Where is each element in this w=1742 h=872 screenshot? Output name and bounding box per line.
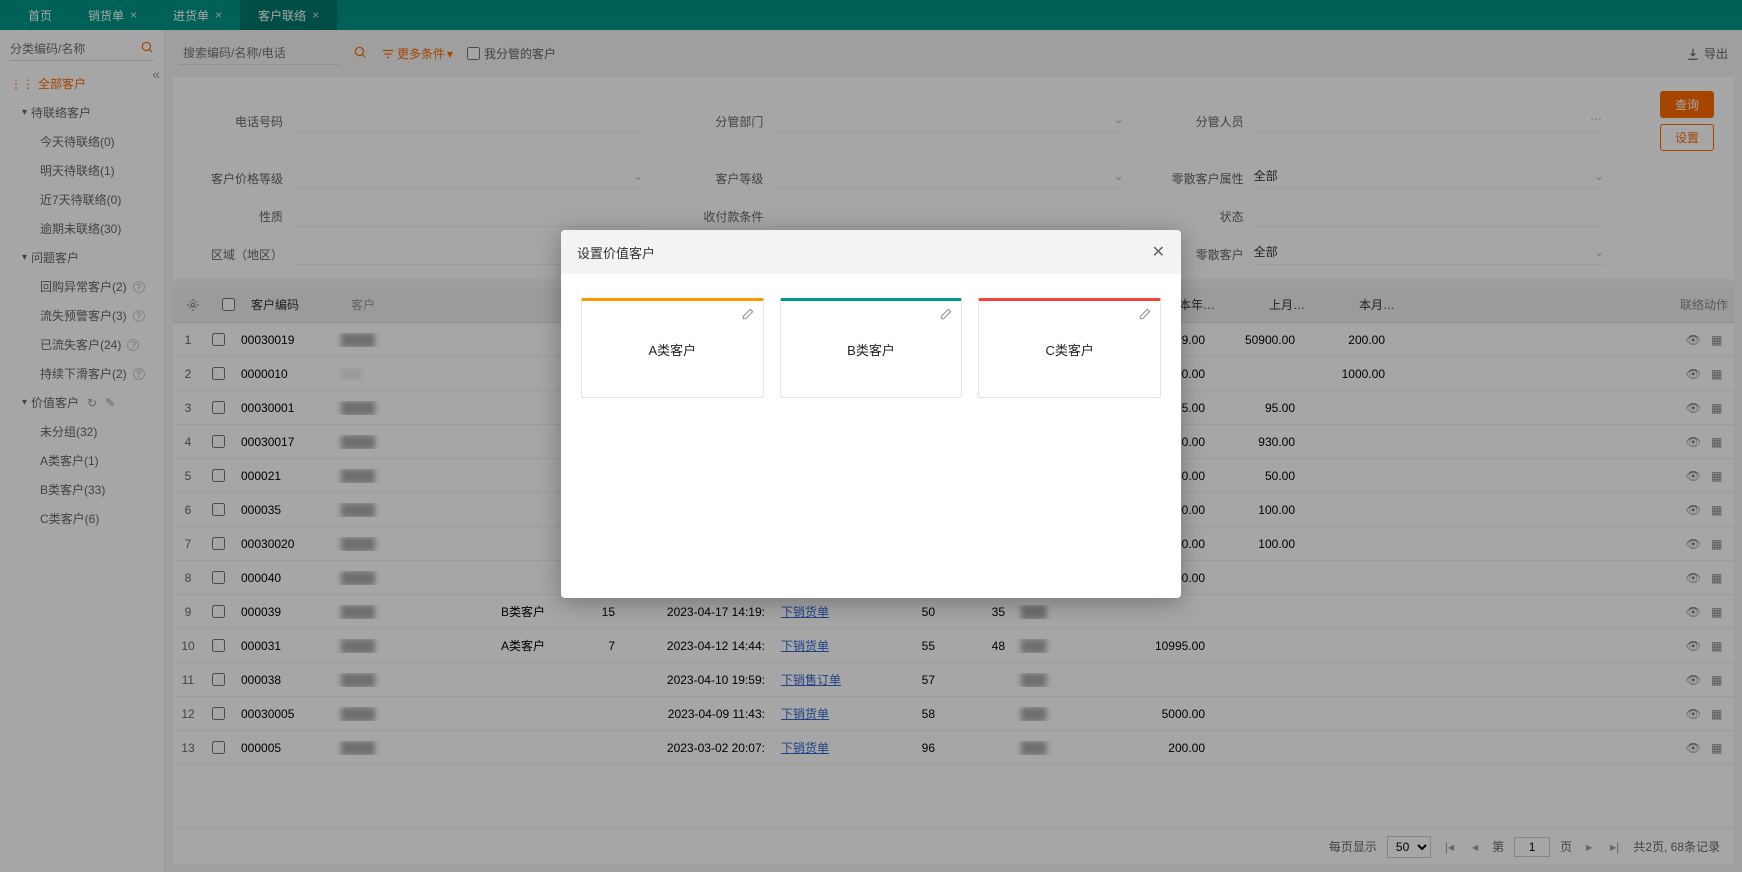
- modal-overlay[interactable]: 设置价值客户 ✕ A类客户B类客户C类客户: [0, 0, 1742, 872]
- edit-icon[interactable]: [939, 307, 953, 321]
- edit-icon[interactable]: [741, 307, 755, 321]
- value-card[interactable]: A类客户: [581, 298, 764, 398]
- edit-icon[interactable]: [1138, 307, 1152, 321]
- close-icon[interactable]: ✕: [1152, 242, 1165, 262]
- value-card[interactable]: C类客户: [978, 298, 1161, 398]
- modal-title: 设置价值客户: [577, 243, 655, 262]
- value-card[interactable]: B类客户: [780, 298, 963, 398]
- value-customer-modal: 设置价值客户 ✕ A类客户B类客户C类客户: [561, 230, 1181, 598]
